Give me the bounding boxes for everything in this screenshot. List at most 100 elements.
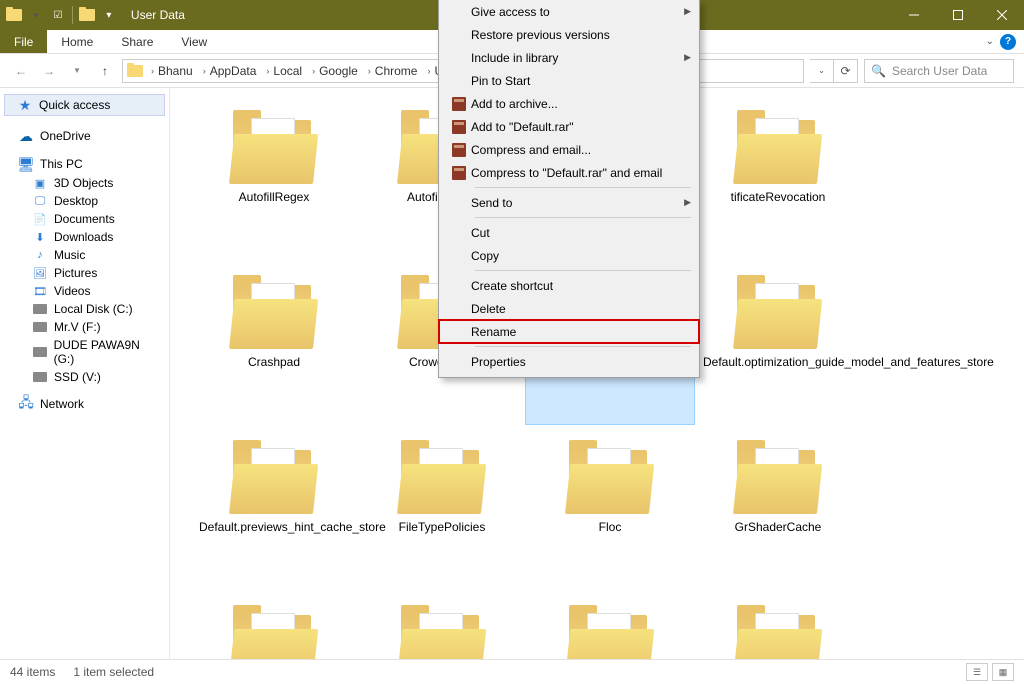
back-button[interactable]: ← bbox=[10, 60, 32, 82]
disk-icon bbox=[32, 345, 48, 359]
rar-icon bbox=[452, 143, 466, 157]
separator bbox=[72, 6, 73, 24]
rar-icon bbox=[452, 120, 466, 134]
menu-restore[interactable]: Restore previous versions bbox=[439, 23, 699, 46]
menu-add-rar[interactable]: Add to "Default.rar" bbox=[439, 115, 699, 138]
quick-access-toolbar: ▼ ☑ ▾ bbox=[0, 0, 123, 30]
dropdown-button[interactable]: ⌄ bbox=[810, 59, 834, 83]
close-button[interactable] bbox=[980, 0, 1024, 30]
chevron-right-icon: ▶ bbox=[684, 197, 691, 208]
folder-icon bbox=[229, 607, 319, 659]
icons-view-button[interactable]: ▦ bbox=[992, 663, 1014, 681]
sidebar-item[interactable]: Mr.V (F:) bbox=[0, 318, 169, 336]
sidebar-item[interactable]: ♪Music bbox=[0, 246, 169, 264]
desktop-icon: 🖵 bbox=[32, 194, 48, 208]
folder-item[interactable]: hyphen-data bbox=[190, 589, 358, 659]
crumb[interactable]: Bhanu bbox=[158, 64, 193, 78]
folder-item[interactable]: FileTypePolicies bbox=[358, 424, 526, 589]
tab-view[interactable]: View bbox=[167, 30, 221, 53]
sidebar-item[interactable]: ⬇Downloads bbox=[0, 228, 169, 246]
menu-send-to[interactable]: Send to▶ bbox=[439, 191, 699, 214]
folder-item[interactable]: AutofillRegex bbox=[190, 94, 358, 259]
chevron-down-icon[interactable]: ▼ bbox=[28, 11, 44, 20]
menu-give-access[interactable]: Give access to▶ bbox=[439, 0, 699, 23]
sidebar-item[interactable]: 🖼Pictures bbox=[0, 264, 169, 282]
disk-icon bbox=[32, 370, 48, 384]
sidebar-item[interactable]: Local Disk (C:) bbox=[0, 300, 169, 318]
sidebar-onedrive[interactable]: ☁OneDrive bbox=[0, 126, 169, 146]
sidebar-item[interactable]: 🖵Desktop bbox=[0, 192, 169, 210]
document-icon: 📄 bbox=[32, 212, 48, 226]
recent-button[interactable]: ▼ bbox=[66, 60, 88, 82]
chevron-right-icon[interactable]: › bbox=[423, 66, 434, 76]
menu-compress-rar-email[interactable]: Compress to "Default.rar" and email bbox=[439, 161, 699, 184]
folder-item[interactable]: MEIPreload bbox=[358, 589, 526, 659]
chevron-right-icon[interactable]: › bbox=[147, 66, 158, 76]
help-icon[interactable]: ? bbox=[1000, 34, 1016, 50]
folder-icon bbox=[229, 277, 319, 349]
pc-icon: 🖥 bbox=[18, 157, 34, 171]
properties-icon[interactable]: ☑ bbox=[50, 7, 66, 23]
folder-item[interactable]: Notification Resources bbox=[526, 589, 694, 659]
search-placeholder: Search User Data bbox=[892, 64, 987, 78]
chevron-right-icon[interactable]: › bbox=[262, 66, 273, 76]
search-input[interactable]: 🔍 Search User Data bbox=[864, 59, 1014, 83]
folder-icon bbox=[229, 442, 319, 514]
crumb[interactable]: Chrome bbox=[375, 64, 418, 78]
crumb[interactable]: AppData bbox=[210, 64, 257, 78]
folder-item[interactable] bbox=[694, 589, 862, 659]
folder-item[interactable]: GrShaderCache bbox=[694, 424, 862, 589]
crumb[interactable]: Google bbox=[319, 64, 358, 78]
music-icon: ♪ bbox=[32, 248, 48, 262]
tab-share[interactable]: Share bbox=[107, 30, 167, 53]
folder-item[interactable]: Default.previews_hint_cache_store bbox=[190, 424, 358, 589]
menu-delete[interactable]: Delete bbox=[439, 297, 699, 320]
menu-rename[interactable]: Rename bbox=[439, 320, 699, 343]
maximize-button[interactable] bbox=[936, 0, 980, 30]
search-icon: 🔍 bbox=[871, 64, 886, 78]
sidebar-item[interactable]: DUDE PAWA9N (G:) bbox=[0, 336, 169, 368]
forward-button[interactable]: → bbox=[38, 60, 60, 82]
refresh-button[interactable]: ⟳ bbox=[834, 59, 858, 83]
rar-icon bbox=[452, 166, 466, 180]
chevron-right-icon[interactable]: › bbox=[308, 66, 319, 76]
folder-icon bbox=[733, 112, 823, 184]
folder-icon bbox=[397, 607, 487, 659]
menu-separator bbox=[475, 187, 691, 188]
folder-item[interactable]: Default.optimization_guide_model_and_fea… bbox=[694, 259, 862, 424]
menu-include[interactable]: Include in library▶ bbox=[439, 46, 699, 69]
minimize-button[interactable] bbox=[892, 0, 936, 30]
up-button[interactable]: ↑ bbox=[94, 60, 116, 82]
sidebar-item[interactable]: 📄Documents bbox=[0, 210, 169, 228]
menu-pin[interactable]: Pin to Start bbox=[439, 69, 699, 92]
folder-icon bbox=[397, 442, 487, 514]
menu-compress-email[interactable]: Compress and email... bbox=[439, 138, 699, 161]
chevron-right-icon[interactable]: › bbox=[199, 66, 210, 76]
folder-item[interactable]: Floc bbox=[526, 424, 694, 589]
chevron-down-icon[interactable]: ⌄ bbox=[986, 36, 994, 47]
crumb[interactable]: Local bbox=[273, 64, 302, 78]
menu-cut[interactable]: Cut bbox=[439, 221, 699, 244]
chevron-right-icon[interactable]: › bbox=[364, 66, 375, 76]
sidebar-item[interactable]: SSD (V:) bbox=[0, 368, 169, 386]
sidebar: ★Quick access ☁OneDrive 🖥This PC ▣3D Obj… bbox=[0, 88, 170, 659]
sidebar-item[interactable]: ▣3D Objects bbox=[0, 174, 169, 192]
star-icon: ★ bbox=[17, 98, 33, 112]
file-tab[interactable]: File bbox=[0, 30, 47, 53]
details-view-button[interactable]: ☰ bbox=[966, 663, 988, 681]
sidebar-item[interactable]: 🎞Videos bbox=[0, 282, 169, 300]
folder-icon bbox=[6, 7, 22, 23]
sidebar-network[interactable]: 🖧Network bbox=[0, 394, 169, 414]
menu-copy[interactable]: Copy bbox=[439, 244, 699, 267]
overflow-icon[interactable]: ▾ bbox=[101, 7, 117, 23]
folder-item[interactable]: Crashpad bbox=[190, 259, 358, 424]
menu-add-archive[interactable]: Add to archive... bbox=[439, 92, 699, 115]
folder-icon bbox=[79, 7, 95, 23]
folder-item[interactable]: tificateRevocation bbox=[694, 94, 862, 259]
menu-create-shortcut[interactable]: Create shortcut bbox=[439, 274, 699, 297]
chevron-right-icon: ▶ bbox=[684, 6, 691, 17]
menu-properties[interactable]: Properties bbox=[439, 350, 699, 373]
sidebar-this-pc[interactable]: 🖥This PC bbox=[0, 154, 169, 174]
tab-home[interactable]: Home bbox=[47, 30, 107, 53]
sidebar-quick-access[interactable]: ★Quick access bbox=[4, 94, 165, 116]
